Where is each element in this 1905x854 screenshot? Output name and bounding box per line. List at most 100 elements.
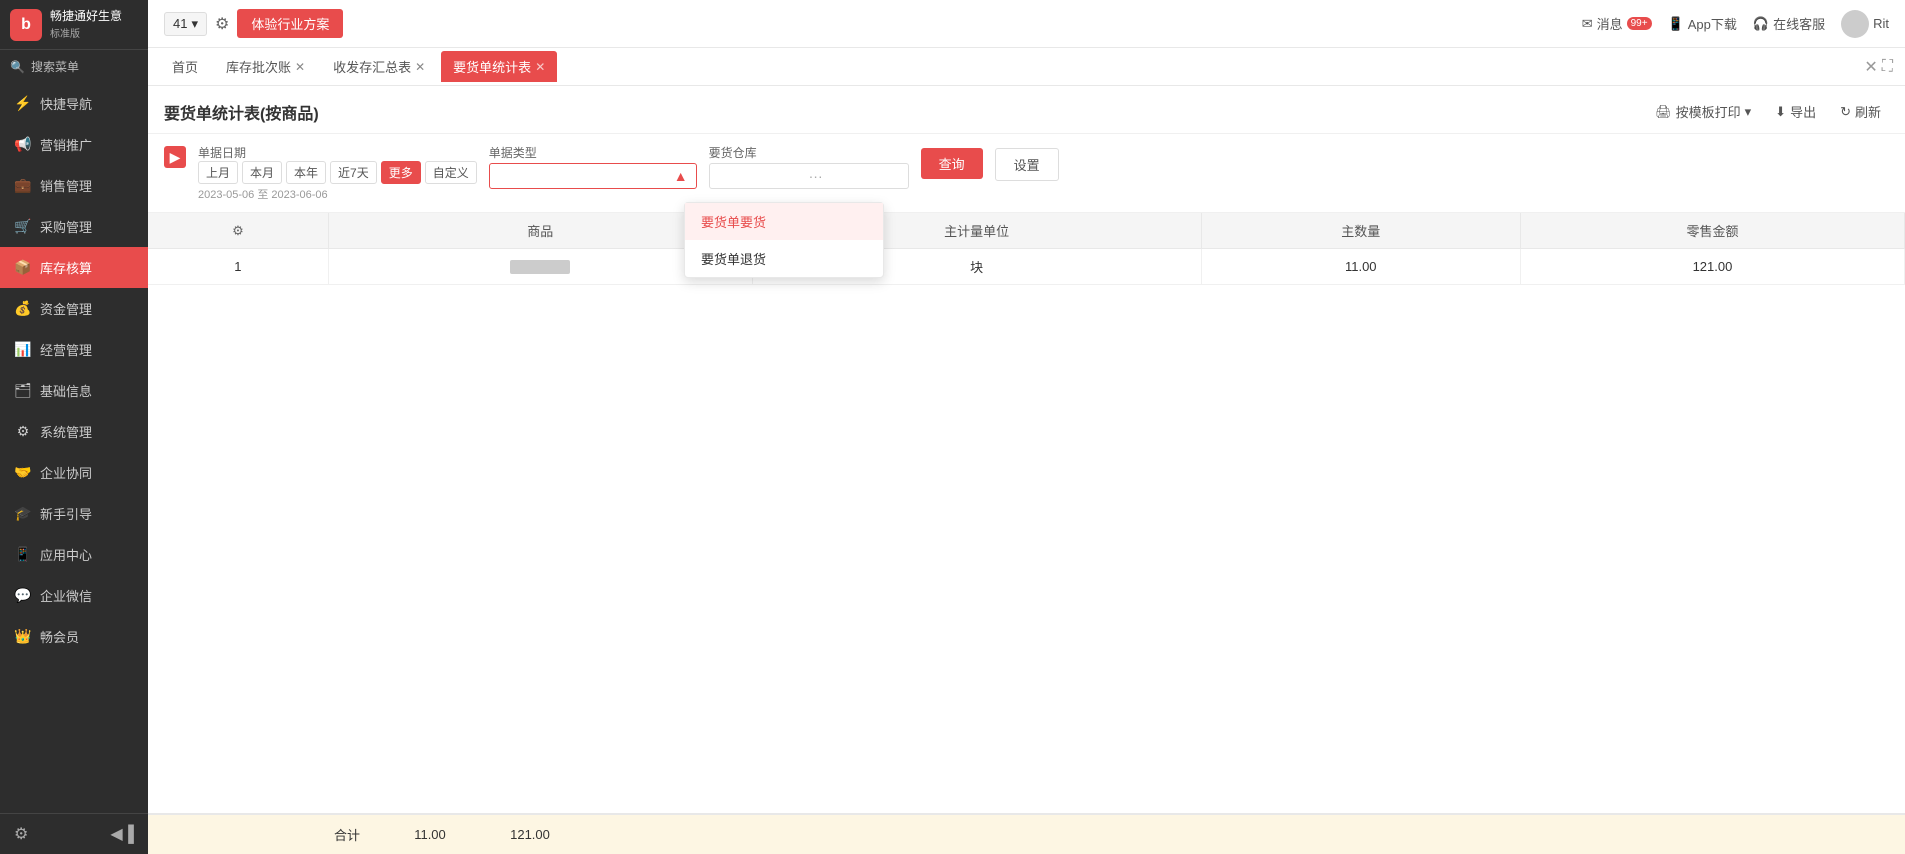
enterprise-icon: 🤝 — [14, 464, 32, 481]
date-buttons: 上月 本月 本年 近7天 更多 自定义 — [198, 161, 477, 184]
date-range-display: 2023-05-06 至 2023-06-06 — [198, 186, 477, 202]
shortcut-icon: ⚡ — [14, 95, 32, 112]
type-filter-select[interactable]: ▲ — [489, 163, 697, 189]
messages-btn[interactable]: ✉ 消息 99+ — [1582, 14, 1652, 33]
content: 要货单统计表(按商品) 🖨 按模板打印 ▾ ⬇ 导出 ↻ 刷新 — [148, 86, 1905, 854]
page-title: 要货单统计表(按商品) — [164, 100, 319, 124]
date-custom-btn[interactable]: 自定义 — [425, 161, 477, 184]
warehouse-more-icon[interactable]: ··· — [809, 168, 900, 184]
app-download-btn[interactable]: 📱 App下载 — [1668, 14, 1737, 33]
col-settings[interactable]: ⚙ — [148, 213, 328, 249]
page-actions: 🖨 按模板打印 ▾ ⬇ 导出 ↻ 刷新 — [1647, 98, 1889, 125]
header-left: 41 ▾ ⚙ 体验行业方案 — [164, 9, 343, 38]
user-avatar-btn[interactable]: Rit — [1841, 10, 1889, 38]
sidebar-item-guide[interactable]: 🎓 新手引导 — [0, 493, 148, 534]
set-button[interactable]: 设置 — [995, 148, 1059, 181]
basic-icon: 🗂 — [14, 382, 32, 399]
type-filter-chevron-icon[interactable]: ▲ — [674, 168, 688, 184]
query-button[interactable]: 查询 — [921, 148, 983, 179]
dropdown-item-order-goods[interactable]: 要货单要货 — [685, 203, 883, 240]
sidebar-item-purchase[interactable]: 🛒 采购管理 — [0, 206, 148, 247]
type-filter-input[interactable] — [498, 169, 674, 184]
tab-receipts[interactable]: 收发存汇总表 ✕ — [321, 51, 437, 82]
sidebar-item-system[interactable]: ⚙ 系统管理 — [0, 411, 148, 452]
date-last-month-btn[interactable]: 上月 — [198, 161, 238, 184]
message-label: 消息 — [1597, 14, 1623, 33]
trial-button[interactable]: 体验行业方案 — [237, 9, 343, 38]
tab-inventory[interactable]: 库存批次账 ✕ — [214, 51, 317, 82]
app-label: App下载 — [1688, 14, 1737, 33]
sidebar-item-wechat[interactable]: 💬 企业微信 — [0, 575, 148, 616]
sidebar-item-shortcut[interactable]: ⚡ 快捷导航 — [0, 83, 148, 124]
col-qty: 主数量 — [1201, 213, 1520, 249]
tab-order-stats-close[interactable]: ✕ — [535, 60, 545, 74]
marketing-icon: 📢 — [14, 136, 32, 153]
finance-icon: 💰 — [14, 300, 32, 317]
refresh-btn[interactable]: ↻ 刷新 — [1832, 98, 1889, 125]
operations-icon: 📊 — [14, 341, 32, 358]
filter-bar: ▶ 单据日期 上月 本月 本年 近7天 更多 自定义 2023-05-06 至 … — [148, 134, 1905, 213]
print-chevron-icon: ▾ — [1745, 104, 1752, 120]
cell-amount: 121.00 — [1520, 249, 1904, 285]
tab-order-stats[interactable]: 要货单统计表 ✕ — [441, 51, 557, 82]
tab-home[interactable]: 首页 — [160, 51, 210, 82]
table-container: ⚙ 商品 主计量单位 主数量 零售金额 1 块 11.00 — [148, 213, 1905, 813]
settings-footer-btn[interactable]: ⚙ — [14, 824, 28, 844]
sales-icon: 💼 — [14, 177, 32, 194]
tab-receipts-close[interactable]: ✕ — [415, 60, 425, 74]
date-7days-btn[interactable]: 近7天 — [330, 161, 377, 184]
breadcrumb-chevron-icon: ▾ — [191, 16, 198, 32]
page: 要货单统计表(按商品) 🖨 按模板打印 ▾ ⬇ 导出 ↻ 刷新 — [148, 86, 1905, 854]
sidebar-item-marketing[interactable]: 📢 营销推广 — [0, 124, 148, 165]
sidebar-item-appstore[interactable]: 📱 应用中心 — [0, 534, 148, 575]
warehouse-filter-select[interactable]: ··· — [709, 163, 909, 189]
members-icon: 👑 — [14, 628, 32, 645]
purchase-icon: 🛒 — [14, 218, 32, 235]
cell-qty: 11.00 — [1201, 249, 1520, 285]
sidebar-item-sales[interactable]: 💼 销售管理 — [0, 165, 148, 206]
print-btn[interactable]: 🖨 按模板打印 ▾ — [1647, 98, 1759, 125]
type-filter-label: 单据类型 — [489, 144, 697, 161]
breadcrumb-value: 41 — [173, 16, 187, 31]
sidebar-item-operations[interactable]: 📊 经营管理 — [0, 329, 148, 370]
wechat-icon: 💬 — [14, 587, 32, 604]
page-header: 要货单统计表(按商品) 🖨 按模板打印 ▾ ⬇ 导出 ↻ 刷新 — [148, 86, 1905, 134]
date-filter-label: 单据日期 — [198, 144, 477, 161]
col-amount: 零售金额 — [1520, 213, 1904, 249]
sidebar: b 畅捷通好生意 标准版 🔍 搜索菜单 ⚡ 快捷导航 📢 营销推广 💼 销售管理… — [0, 0, 148, 854]
tab-close-all-btn[interactable]: ✕ — [1864, 57, 1877, 77]
app-icon: 📱 — [1668, 16, 1684, 32]
main: 41 ▾ ⚙ 体验行业方案 ✉ 消息 99+ 📱 App下载 🎧 在线客服 R — [148, 0, 1905, 854]
online-service-btn[interactable]: 🎧 在线客服 — [1753, 14, 1825, 33]
sidebar-item-enterprise[interactable]: 🤝 企业协同 — [0, 452, 148, 493]
refresh-icon: ↻ — [1840, 104, 1851, 120]
header: 41 ▾ ⚙ 体验行业方案 ✉ 消息 99+ 📱 App下载 🎧 在线客服 R — [148, 0, 1905, 48]
service-icon: 🎧 — [1753, 16, 1769, 32]
sidebar-item-inventory[interactable]: 📦 库存核算 — [0, 247, 148, 288]
collapse-btn[interactable]: ◀▐ — [110, 824, 134, 844]
tab-expand-btn[interactable]: ⛶ — [1882, 58, 1893, 76]
sidebar-item-basic[interactable]: 🗂 基础信息 — [0, 370, 148, 411]
tab-inventory-close[interactable]: ✕ — [295, 60, 305, 74]
breadcrumb-select[interactable]: 41 ▾ — [164, 12, 207, 36]
sidebar-item-finance[interactable]: 💰 资金管理 — [0, 288, 148, 329]
date-more-btn[interactable]: 更多 — [381, 161, 421, 184]
avatar — [1841, 10, 1869, 38]
cell-index: 1 — [148, 249, 328, 285]
guide-icon: 🎓 — [14, 505, 32, 522]
sidebar-item-members[interactable]: 👑 畅会员 — [0, 616, 148, 657]
export-btn[interactable]: ⬇ 导出 — [1767, 98, 1824, 125]
dropdown-item-order-return[interactable]: 要货单退货 — [685, 240, 883, 277]
logo: b 畅捷通好生意 标准版 — [0, 0, 148, 50]
header-settings-icon[interactable]: ⚙ — [215, 14, 229, 34]
date-this-month-btn[interactable]: 本月 — [242, 161, 282, 184]
tabs-bar: 首页 库存批次账 ✕ 收发存汇总表 ✕ 要货单统计表 ✕ ✕ ⛶ — [148, 48, 1905, 86]
footer-amount: 121.00 — [480, 827, 580, 842]
table-footer: 合计 11.00 121.00 — [148, 813, 1905, 854]
footer-label: 合计 — [160, 825, 380, 844]
table-row: 1 块 11.00 121.00 — [148, 249, 1905, 285]
filter-expand-btn[interactable]: ▶ — [164, 146, 186, 168]
app-name: 畅捷通好生意 — [50, 9, 122, 25]
sidebar-search[interactable]: 🔍 搜索菜单 — [0, 50, 148, 83]
date-this-year-btn[interactable]: 本年 — [286, 161, 326, 184]
